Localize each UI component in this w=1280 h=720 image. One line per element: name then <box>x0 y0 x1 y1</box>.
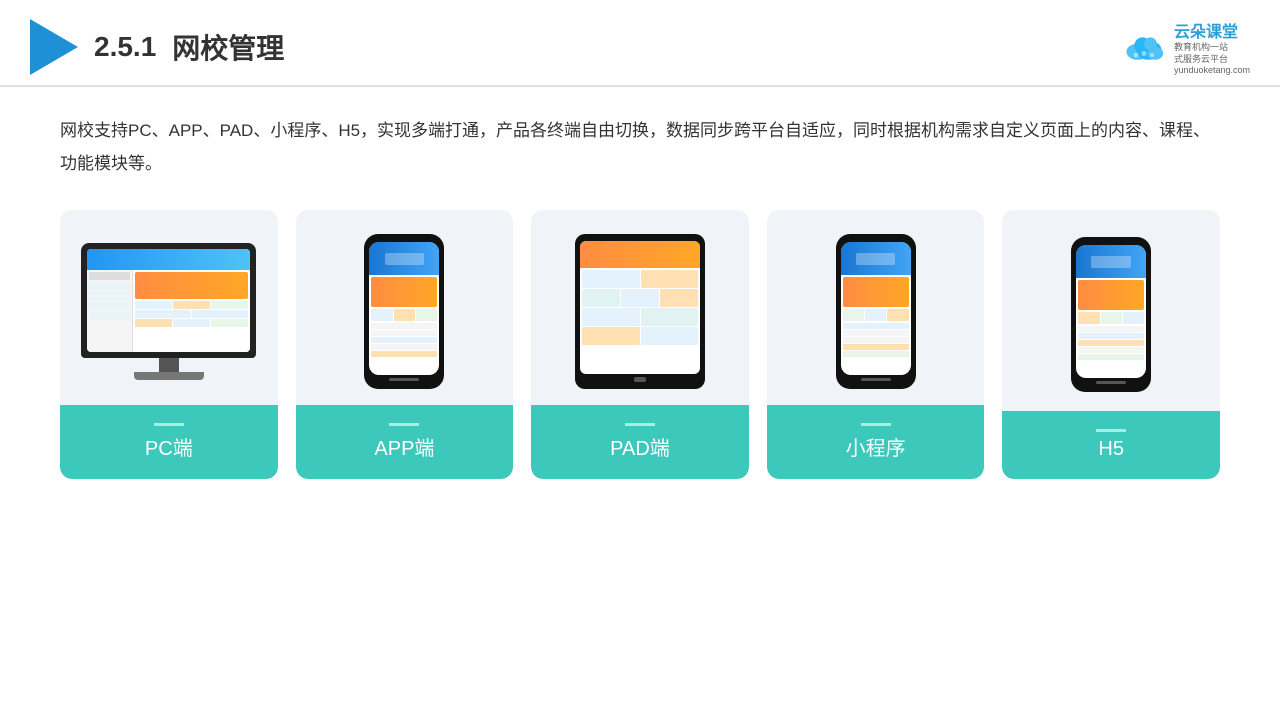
device-card-pad: PAD端 <box>531 210 749 479</box>
phone-h5 <box>1071 237 1151 392</box>
h5-image-area <box>1002 210 1220 411</box>
device-label-h5: H5 <box>1002 411 1220 479</box>
phone-notch <box>392 234 416 240</box>
page-title: 2.5.1 <box>94 31 156 63</box>
device-label-miniapp: 小程序 <box>767 405 985 479</box>
phone-home-indicator-miniapp <box>861 378 891 381</box>
logo-triangle-icon <box>30 19 78 75</box>
monitor-screen <box>87 249 250 352</box>
phone-miniapp <box>836 234 916 389</box>
monitor-base <box>134 372 204 380</box>
header-right: 云朵课堂 教育机构一站式服务云平台 yunduoketang.com <box>1120 18 1250 75</box>
brand-url: yunduoketang.com <box>1174 65 1250 75</box>
phone-home-indicator <box>389 378 419 381</box>
phone-screen-h5 <box>1076 245 1146 378</box>
phone-notch-miniapp <box>864 234 888 240</box>
tablet-screen <box>580 241 700 374</box>
page-title-text: 网校管理 <box>172 27 284 67</box>
tablet-device <box>575 234 705 389</box>
tablet-home-btn <box>634 377 646 382</box>
miniapp-image-area <box>767 210 985 405</box>
device-card-app: APP端 <box>296 210 514 479</box>
device-card-miniapp: 小程序 <box>767 210 985 479</box>
phone-screen <box>369 242 439 375</box>
phone-notch-h5 <box>1099 237 1123 243</box>
device-label-pad: PAD端 <box>531 405 749 479</box>
brand-logo: 云朵课堂 教育机构一站式服务云平台 yunduoketang.com <box>1120 18 1250 75</box>
app-image-area <box>296 210 514 405</box>
device-card-h5: H5 <box>1002 210 1220 479</box>
brand-name: 云朵课堂 <box>1174 18 1238 42</box>
pc-monitor <box>79 243 259 380</box>
phone-home-indicator-h5 <box>1096 381 1126 384</box>
devices-row: PC端 <box>60 210 1220 479</box>
header: 2.5.1 网校管理 云朵课堂 教育机构一站式服务云平台 yunduoketan… <box>0 0 1280 87</box>
header-left: 2.5.1 网校管理 <box>30 19 284 75</box>
brand-slogan: 教育机构一站式服务云平台 <box>1174 42 1228 65</box>
device-card-pc: PC端 <box>60 210 278 479</box>
cloud-icon <box>1120 31 1168 63</box>
brand-text: 云朵课堂 教育机构一站式服务云平台 yunduoketang.com <box>1174 18 1250 75</box>
pad-image-area <box>531 210 749 405</box>
phone-screen-miniapp <box>841 242 911 375</box>
monitor-neck <box>159 358 179 372</box>
description-text: 网校支持PC、APP、PAD、小程序、H5，实现多端打通，产品各终端自由切换，数… <box>60 115 1220 180</box>
device-label-pc: PC端 <box>60 405 278 479</box>
monitor-body <box>81 243 256 358</box>
pc-image-area <box>60 210 278 405</box>
phone-app <box>364 234 444 389</box>
main-content: 网校支持PC、APP、PAD、小程序、H5，实现多端打通，产品各终端自由切换，数… <box>0 87 1280 499</box>
device-label-app: APP端 <box>296 405 514 479</box>
